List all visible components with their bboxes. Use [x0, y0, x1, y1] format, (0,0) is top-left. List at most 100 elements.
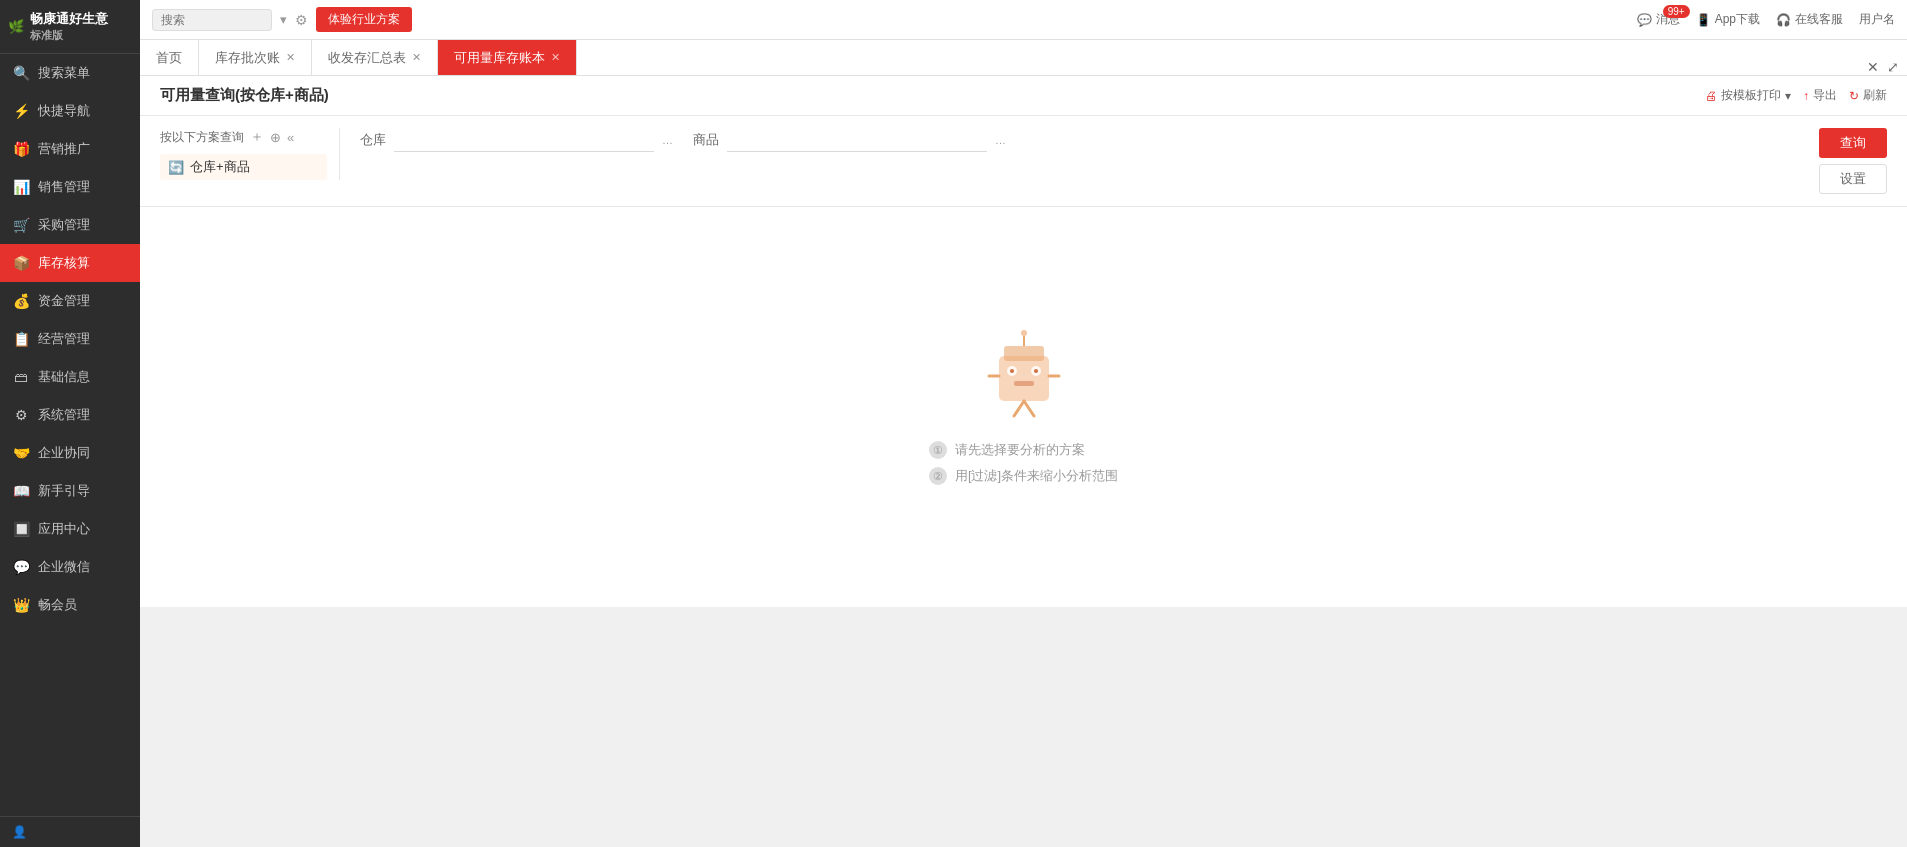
tab-home[interactable]: 首页 — [140, 40, 199, 75]
scheme-header: 按以下方案查询 ＋ ⊕ « — [160, 128, 327, 146]
header-dropdown-icon[interactable]: ▾ — [280, 12, 287, 27]
sidebar-item-sales[interactable]: 📊 销售管理 — [0, 168, 140, 206]
tab-home-label: 首页 — [156, 49, 182, 67]
app-download-button[interactable]: 📱 App下载 — [1696, 11, 1760, 28]
page-action-buttons: 🖨 按模板打印 ▾ ↑ 导出 ↻ 刷新 — [1705, 87, 1887, 104]
empty-hint-1: ① 请先选择要分析的方案 — [929, 441, 1118, 459]
sidebar-item-operations[interactable]: 📋 经营管理 — [0, 320, 140, 358]
header-gear-icon[interactable]: ⚙ — [295, 12, 308, 28]
print-icon: 🖨 — [1705, 89, 1717, 103]
tab-batch[interactable]: 库存批次账 ✕ — [199, 40, 312, 75]
product-more-icon[interactable]: … — [995, 134, 1006, 146]
brand-sub: 标准版 — [30, 28, 108, 43]
empty-hints: ① 请先选择要分析的方案 ② 用[过滤]条件来缩小分析范围 — [929, 441, 1118, 493]
sidebar-item-label: 企业微信 — [38, 558, 90, 576]
sidebar-item-label: 资金管理 — [38, 292, 90, 310]
sidebar-header: 🌿 畅康通好生意 标准版 — [0, 0, 140, 54]
trial-button[interactable]: 体验行业方案 — [316, 7, 412, 32]
sidebar-item-label: 销售管理 — [38, 178, 90, 196]
inventory-icon: 📦 — [12, 255, 30, 271]
hint-number-1: ① — [929, 441, 947, 459]
message-badge: 99+ — [1663, 5, 1690, 18]
page-title-bar: 可用量查询(按仓库+商品) 🖨 按模板打印 ▾ ↑ 导出 ↻ 刷新 — [140, 76, 1907, 116]
app-label: App下载 — [1715, 11, 1760, 28]
tab-stock-summary[interactable]: 收发存汇总表 ✕ — [312, 40, 438, 75]
shortcut-icon: ⚡ — [12, 103, 30, 119]
brand-logo-icon: 🌿 — [8, 19, 24, 34]
scheme-header-label: 按以下方案查询 — [160, 129, 244, 146]
sidebar-item-label: 企业协同 — [38, 444, 90, 462]
tab-available-stock[interactable]: 可用量库存账本 ✕ — [438, 40, 577, 75]
sidebar-item-inventory[interactable]: 📦 库存核算 — [0, 244, 140, 282]
gift-icon: 🎁 — [12, 141, 30, 157]
tab-available-stock-close[interactable]: ✕ — [551, 51, 560, 64]
svg-line-9 — [1014, 401, 1024, 416]
sidebar-item-marketing[interactable]: 🎁 营销推广 — [0, 130, 140, 168]
sidebar-item-label: 应用中心 — [38, 520, 90, 538]
scheme-selector: 按以下方案查询 ＋ ⊕ « 🔄 仓库+商品 — [160, 128, 340, 180]
filter-fields: 仓库 … 商品 … — [340, 128, 1799, 152]
scheme-item-label: 仓库+商品 — [190, 158, 250, 176]
hint-text-2: 用[过滤]条件来缩小分析范围 — [955, 467, 1118, 485]
scheme-collapse-icon[interactable]: « — [287, 130, 294, 145]
scheme-add-icon[interactable]: ＋ — [250, 128, 264, 146]
export-label: 导出 — [1813, 87, 1837, 104]
message-button[interactable]: 💬 消息 99+ — [1637, 11, 1680, 28]
query-button[interactable]: 查询 — [1819, 128, 1887, 158]
filter-settings-button[interactable]: 设置 — [1819, 164, 1887, 194]
tab-close-window-btn[interactable]: ✕ — [1867, 59, 1879, 75]
filter-field-warehouse: 仓库 … — [360, 128, 673, 152]
sidebar-item-label: 新手引导 — [38, 482, 90, 500]
page-title: 可用量查询(按仓库+商品) — [160, 86, 329, 105]
online-service-button[interactable]: 🎧 在线客服 — [1776, 11, 1843, 28]
newuser-icon: 📖 — [12, 483, 30, 499]
sidebar-item-newuser[interactable]: 📖 新手引导 — [0, 472, 140, 510]
refresh-label: 刷新 — [1863, 87, 1887, 104]
filter-panel: 按以下方案查询 ＋ ⊕ « 🔄 仓库+商品 仓库 … 商品 — [140, 116, 1907, 207]
sidebar-item-label: 系统管理 — [38, 406, 90, 424]
header-search-input[interactable] — [152, 9, 272, 31]
sidebar-item-shortcut[interactable]: ⚡ 快捷导航 — [0, 92, 140, 130]
sidebar-item-purchase[interactable]: 🛒 采购管理 — [0, 206, 140, 244]
basic-icon: 🗃 — [12, 369, 30, 385]
sidebar-item-enterprise[interactable]: 🤝 企业协同 — [0, 434, 140, 472]
product-input[interactable] — [727, 128, 987, 152]
scheme-settings-icon[interactable]: ⊕ — [270, 130, 281, 145]
sidebar-item-label: 采购管理 — [38, 216, 90, 234]
sidebar-item-label: 搜索菜单 — [38, 64, 90, 82]
main-area: ▾ ⚙ 体验行业方案 💬 消息 99+ 📱 App下载 🎧 在线客服 用户名 首… — [140, 0, 1907, 847]
warehouse-more-icon[interactable]: … — [662, 134, 673, 146]
user-profile[interactable]: 用户名 — [1859, 11, 1895, 28]
sidebar-item-member[interactable]: 👑 畅会员 — [0, 586, 140, 624]
svg-point-5 — [1034, 369, 1038, 373]
sidebar-item-label: 基础信息 — [38, 368, 90, 386]
top-header: ▾ ⚙ 体验行业方案 💬 消息 99+ 📱 App下载 🎧 在线客服 用户名 — [140, 0, 1907, 40]
empty-state: ① 请先选择要分析的方案 ② 用[过滤]条件来缩小分析范围 — [140, 207, 1907, 607]
svg-point-4 — [1010, 369, 1014, 373]
tab-stock-summary-close[interactable]: ✕ — [412, 51, 421, 64]
sidebar-item-label: 快捷导航 — [38, 102, 90, 120]
tab-stock-summary-label: 收发存汇总表 — [328, 49, 406, 67]
sidebar-footer: 👤 — [0, 816, 140, 847]
print-label: 按模板打印 — [1721, 87, 1781, 104]
scheme-item-warehouse-product[interactable]: 🔄 仓库+商品 — [160, 154, 327, 180]
print-template-button[interactable]: 🖨 按模板打印 ▾ — [1705, 87, 1791, 104]
warehouse-input[interactable] — [394, 128, 654, 152]
svg-line-10 — [1024, 401, 1034, 416]
sidebar-item-label: 畅会员 — [38, 596, 77, 614]
sidebar-item-finance[interactable]: 💰 资金管理 — [0, 282, 140, 320]
sidebar-item-search[interactable]: 🔍 搜索菜单 — [0, 54, 140, 92]
sidebar-item-basic[interactable]: 🗃 基础信息 — [0, 358, 140, 396]
tab-expand-btn[interactable]: ⤢ — [1887, 59, 1899, 75]
empty-illustration — [974, 321, 1074, 421]
sidebar-item-system[interactable]: ⚙ 系统管理 — [0, 396, 140, 434]
sidebar-footer-icon: 👤 — [12, 825, 27, 839]
sidebar-item-wechat[interactable]: 💬 企业微信 — [0, 548, 140, 586]
tab-batch-close[interactable]: ✕ — [286, 51, 295, 64]
sidebar-menu: 🔍 搜索菜单 ⚡ 快捷导航 🎁 营销推广 📊 销售管理 🛒 采购管理 📦 库存核… — [0, 54, 140, 816]
money-icon: 💰 — [12, 293, 30, 309]
refresh-button[interactable]: ↻ 刷新 — [1849, 87, 1887, 104]
export-button[interactable]: ↑ 导出 — [1803, 87, 1837, 104]
sidebar-item-appcenter[interactable]: 🔲 应用中心 — [0, 510, 140, 548]
tab-available-stock-label: 可用量库存账本 — [454, 49, 545, 67]
